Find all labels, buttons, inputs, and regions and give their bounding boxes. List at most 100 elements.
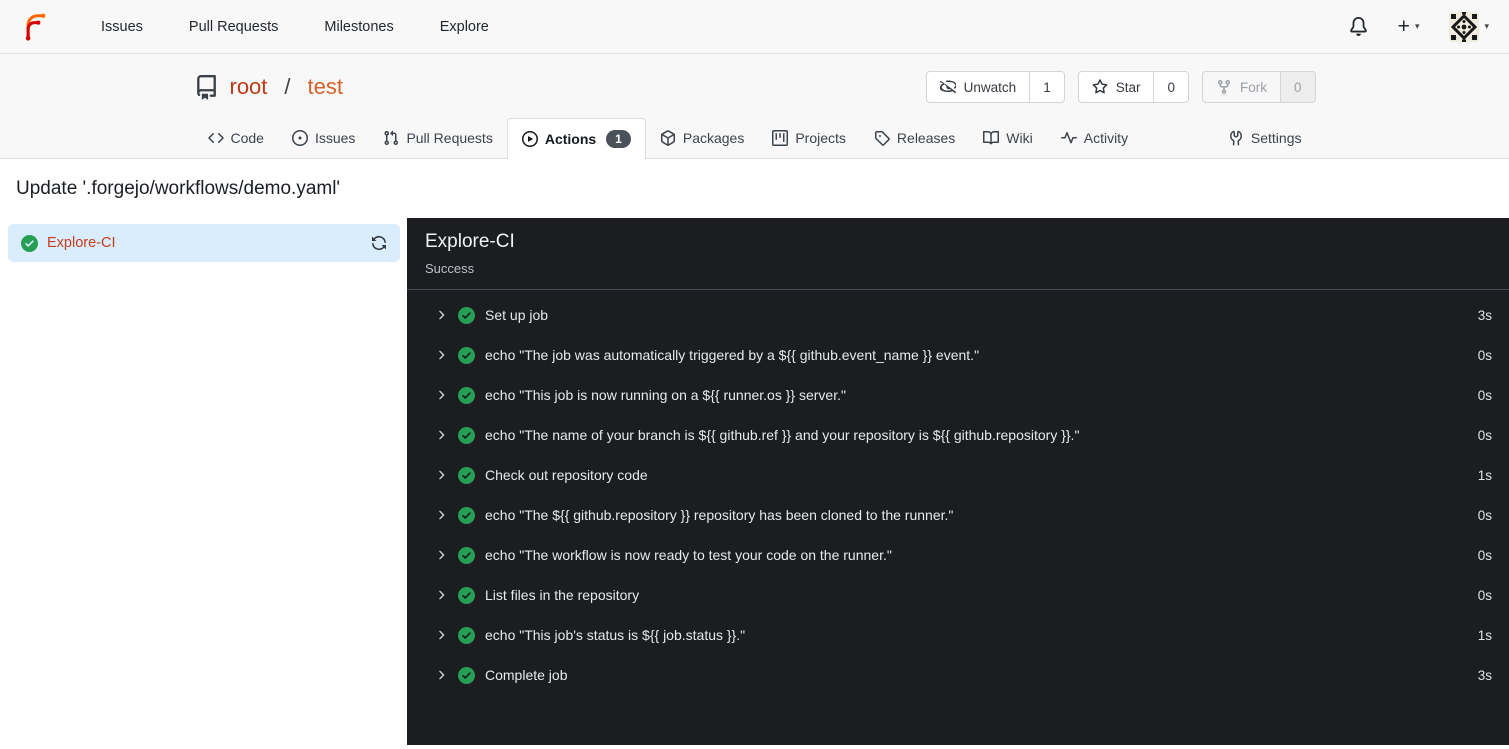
- tab-pull-requests-label: Pull Requests: [406, 130, 493, 146]
- step-name: echo "This job is now running on a ${{ r…: [485, 387, 846, 403]
- step-row[interactable]: Set up job 3s: [407, 295, 1509, 335]
- tab-releases[interactable]: Releases: [860, 118, 969, 158]
- tab-settings[interactable]: Settings: [1214, 118, 1316, 158]
- notifications-button[interactable]: [1349, 17, 1368, 36]
- tab-releases-label: Releases: [896, 130, 956, 146]
- chevron-right-icon[interactable]: [434, 548, 448, 562]
- step-name: Check out repository code: [485, 467, 648, 483]
- tab-actions-label: Actions: [544, 131, 597, 147]
- tab-pull-requests[interactable]: Pull Requests: [369, 118, 506, 158]
- job-status-text: Success: [425, 261, 475, 276]
- tab-code[interactable]: Code: [194, 118, 278, 158]
- star-count[interactable]: 0: [1153, 72, 1188, 102]
- repo-name-link[interactable]: test: [308, 74, 343, 100]
- step-name: Set up job: [485, 307, 549, 323]
- unwatch-label: Unwatch: [963, 79, 1017, 95]
- chevron-right-icon[interactable]: [434, 428, 448, 442]
- chevron-down-icon: ▾: [1484, 21, 1489, 31]
- step-list: Set up job 3s echo "The job was automati…: [407, 290, 1509, 695]
- refresh-icon[interactable]: [371, 235, 387, 251]
- step-name: echo "This job's status is ${{ job.statu…: [485, 627, 746, 643]
- forgejo-logo-icon[interactable]: [20, 11, 52, 43]
- check-circle-icon: [458, 386, 475, 404]
- step-duration: 1s: [1477, 467, 1492, 483]
- step-row[interactable]: echo "The ${{ github.repository }} repos…: [407, 495, 1509, 535]
- tab-packages[interactable]: Packages: [646, 118, 758, 158]
- job-log-title: Explore-CI: [425, 231, 515, 252]
- step-duration: 3s: [1477, 667, 1492, 683]
- bell-icon: [1349, 17, 1368, 36]
- tab-projects-label: Projects: [795, 130, 846, 146]
- tab-activity[interactable]: Activity: [1047, 118, 1142, 158]
- job-list: Explore-CI: [0, 218, 407, 745]
- chevron-down-icon: ▾: [1414, 21, 1420, 31]
- chevron-right-icon[interactable]: [434, 388, 448, 402]
- chevron-right-icon[interactable]: [434, 588, 448, 602]
- step-name: echo "The workflow is now ready to test …: [485, 547, 892, 563]
- tab-activity-label: Activity: [1083, 130, 1129, 146]
- step-duration: 0s: [1477, 547, 1492, 563]
- chevron-right-icon[interactable]: [434, 308, 448, 322]
- step-row[interactable]: List files in the repository 0s: [407, 575, 1509, 615]
- chevron-right-icon[interactable]: [434, 468, 448, 482]
- repo-book-icon: [194, 74, 219, 100]
- chevron-right-icon[interactable]: [434, 628, 448, 642]
- step-name: echo "The ${{ github.repository }} repos…: [485, 507, 954, 523]
- run-area: Explore-CI Explore-CI Success Set up job…: [0, 218, 1509, 745]
- user-menu-dropdown[interactable]: ▾: [1449, 11, 1489, 42]
- check-circle-icon: [458, 466, 475, 484]
- tab-wiki[interactable]: Wiki: [969, 118, 1046, 158]
- check-circle-icon: [458, 626, 475, 644]
- step-row[interactable]: echo "The workflow is now ready to test …: [407, 535, 1509, 575]
- tab-issues[interactable]: Issues: [278, 118, 369, 158]
- check-circle-icon: [458, 586, 475, 604]
- nav-pull-requests[interactable]: Pull Requests: [170, 9, 297, 45]
- workflow-run-title: Update '.forgejo/workflows/demo.yaml': [16, 178, 341, 199]
- create-new-dropdown[interactable]: + ▾: [1398, 16, 1420, 37]
- step-row[interactable]: echo "The name of your branch is ${{ git…: [407, 415, 1509, 455]
- step-row[interactable]: Complete job 3s: [407, 655, 1509, 695]
- step-row[interactable]: Check out repository code 1s: [407, 455, 1509, 495]
- unwatch-button[interactable]: Unwatch 1: [925, 71, 1065, 103]
- repo-title: root / test: [194, 74, 343, 100]
- step-row[interactable]: echo "The job was automatically triggere…: [407, 335, 1509, 375]
- step-row[interactable]: echo "This job is now running on a ${{ r…: [407, 375, 1509, 415]
- step-duration: 0s: [1477, 587, 1492, 603]
- tab-actions[interactable]: Actions 1: [506, 118, 646, 159]
- tab-projects[interactable]: Projects: [758, 118, 860, 158]
- tab-code-label: Code: [230, 130, 264, 146]
- repo-tabbar: Code Issues Pull Requests Actions 1 Pack…: [194, 117, 1316, 159]
- star-button[interactable]: Star 0: [1077, 71, 1189, 103]
- step-duration: 3s: [1477, 307, 1492, 323]
- chevron-right-icon[interactable]: [434, 348, 448, 362]
- check-circle-icon: [458, 346, 475, 364]
- step-name: echo "The name of your branch is ${{ git…: [485, 427, 1080, 443]
- star-label: Star: [1115, 79, 1141, 95]
- chevron-right-icon[interactable]: [434, 508, 448, 522]
- top-navbar: Issues Pull Requests Milestones Explore …: [0, 0, 1509, 54]
- eye-slash-icon: [939, 79, 956, 95]
- repo-owner-link[interactable]: root: [230, 74, 268, 100]
- job-item-explore-ci[interactable]: Explore-CI: [8, 224, 400, 262]
- repo-separator: /: [284, 74, 291, 99]
- actions-count-badge: 1: [606, 130, 631, 148]
- nav-explore[interactable]: Explore: [421, 9, 508, 45]
- fork-count: 0: [1279, 72, 1315, 102]
- job-log-panel: Explore-CI Success Set up job 3s echo "T…: [407, 218, 1509, 745]
- nav-issues[interactable]: Issues: [82, 9, 162, 45]
- tab-wiki-label: Wiki: [1006, 130, 1033, 146]
- check-circle-icon: [21, 234, 38, 252]
- step-name: List files in the repository: [485, 587, 640, 603]
- check-circle-icon: [458, 546, 475, 564]
- check-circle-icon: [458, 506, 475, 524]
- chevron-right-icon[interactable]: [434, 668, 448, 682]
- step-duration: 0s: [1477, 507, 1492, 523]
- step-name: Complete job: [485, 667, 568, 683]
- avatar: [1449, 11, 1480, 42]
- fork-button: Fork 0: [1201, 71, 1316, 103]
- step-duration: 1s: [1477, 627, 1492, 643]
- tab-settings-label: Settings: [1250, 130, 1302, 146]
- nav-milestones[interactable]: Milestones: [305, 9, 412, 45]
- step-row[interactable]: echo "This job's status is ${{ job.statu…: [407, 615, 1509, 655]
- watch-count[interactable]: 1: [1029, 72, 1064, 102]
